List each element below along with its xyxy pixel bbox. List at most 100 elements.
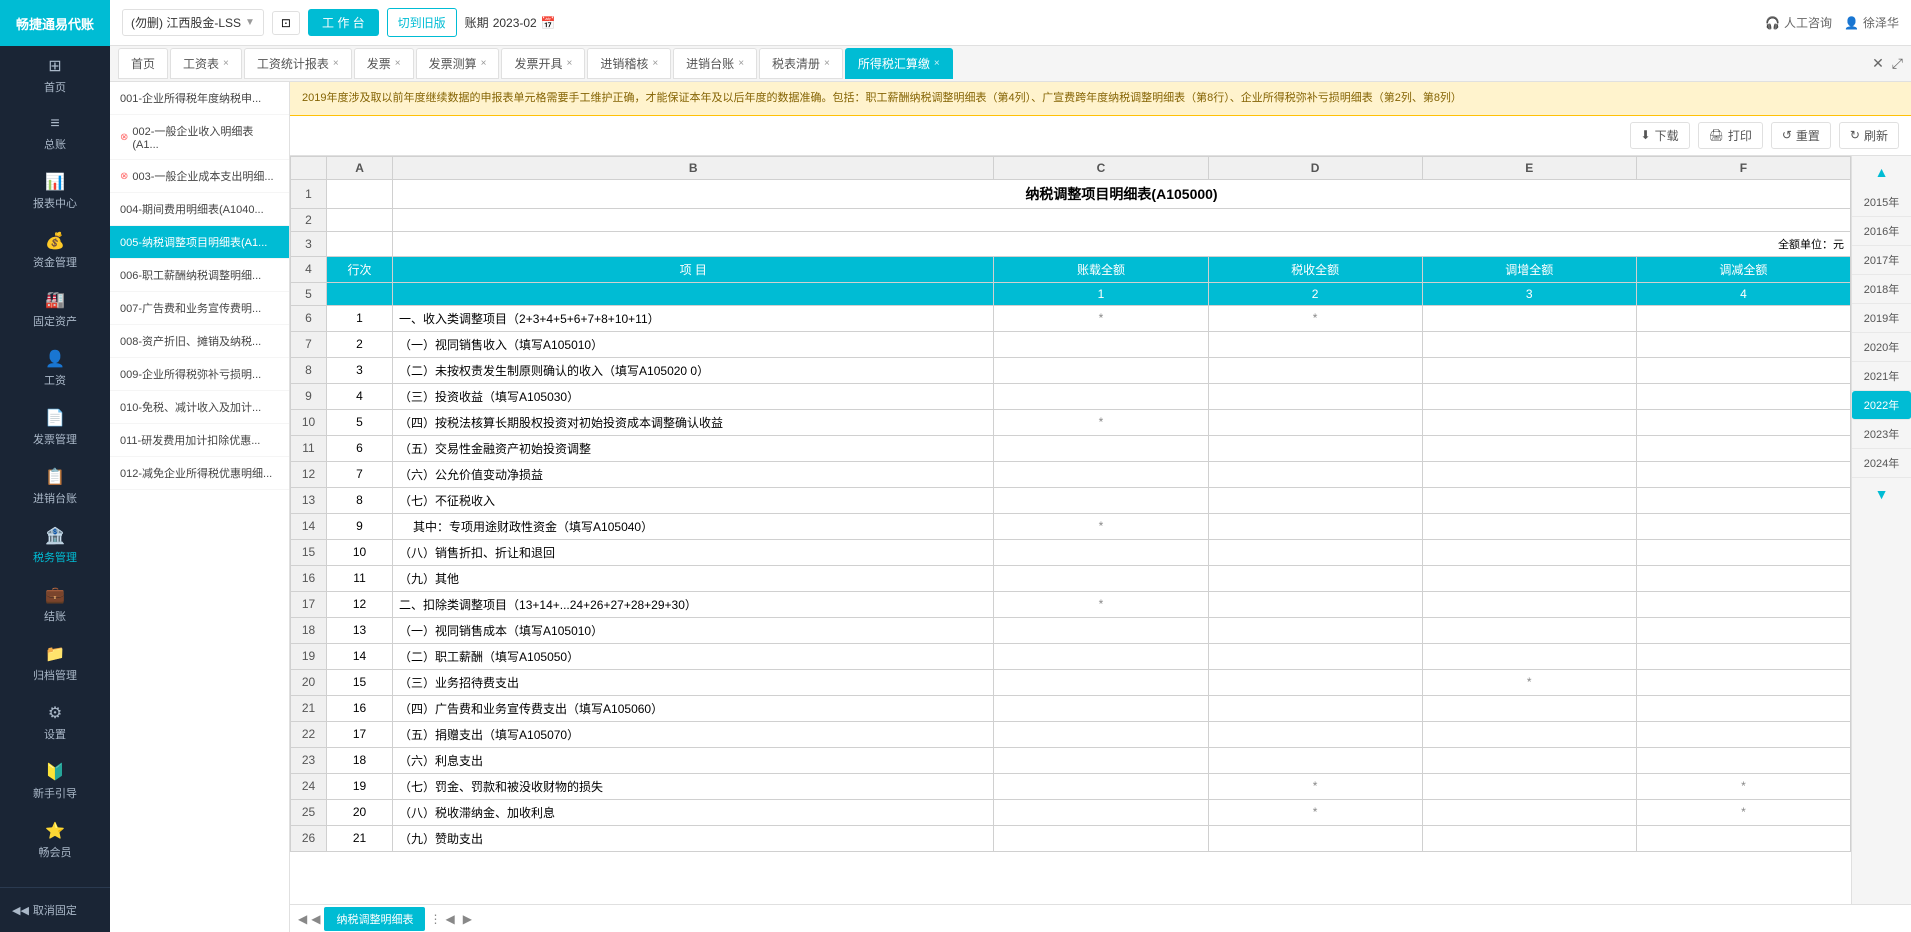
close-all-icon[interactable]: ✕ (1872, 55, 1884, 72)
year-panel: ▲ 2015年 2016年 2017年 2018年 2019年 2020年 20… (1851, 156, 1911, 905)
tab-tax-list-close[interactable]: × (824, 58, 830, 69)
tab-purchase-check-close[interactable]: × (652, 58, 658, 69)
tab-purchase-ledger[interactable]: 进销台账 × (673, 48, 757, 79)
unfix-button[interactable]: ◀◀ 取消固定 (8, 896, 102, 924)
sidebar-item-archive[interactable]: 📁 归档管理 (0, 634, 110, 693)
reset-button[interactable]: ↺ 重置 (1771, 122, 1831, 149)
tab-invoice-close[interactable]: × (395, 58, 401, 69)
left-item-003[interactable]: ⊗ 003-一般企业成本支出明细... (110, 160, 289, 193)
bottom-nav-prev[interactable]: ◀ ◀ (298, 912, 320, 926)
sidebar-item-funds[interactable]: 💰 资金管理 (0, 221, 110, 280)
company-selector[interactable]: (勿删) 江西股金-LSS ▼ (122, 9, 264, 36)
tab-invoice-calc[interactable]: 发票测算 × (416, 48, 500, 79)
table-container[interactable]: A B C D E F 1 (290, 156, 1851, 905)
sidebar-item-invoice[interactable]: 📄 发票管理 (0, 398, 110, 457)
copy-button[interactable]: ⊡ (272, 11, 300, 35)
tab-invoice-open[interactable]: 发票开具 × (501, 48, 585, 79)
sidebar-item-ledger[interactable]: ≡ 总账 (0, 105, 110, 162)
left-item-004[interactable]: 004-期间费用明细表(A1040... (110, 193, 289, 226)
sidebar-item-assets[interactable]: 🏭 固定资产 (0, 280, 110, 339)
sidebar-item-settings[interactable]: ⚙ 设置 (0, 693, 110, 752)
left-item-008[interactable]: 008-资产折旧、摊销及纳税... (110, 325, 289, 358)
sidebar-item-payroll[interactable]: 👤 工资 (0, 339, 110, 398)
year-2018[interactable]: 2018年 (1852, 275, 1911, 304)
tab-invoice[interactable]: 发票 × (354, 48, 414, 79)
workbench-button[interactable]: 工 作 台 (308, 9, 379, 36)
year-2015[interactable]: 2015年 (1852, 188, 1911, 217)
sidebar-item-home[interactable]: ⊞ 首页 (0, 46, 110, 105)
year-2023[interactable]: 2023年 (1852, 420, 1911, 449)
bottom-tab-item[interactable]: 纳税调整明细表 (324, 907, 425, 931)
tab-income-tax[interactable]: 所得税汇算缴 × (845, 48, 953, 79)
user-profile[interactable]: 👤 徐泽华 (1844, 14, 1899, 31)
year-2017[interactable]: 2017年 (1852, 246, 1911, 275)
left-item-012[interactable]: 012-减免企业所得税优惠明细... (110, 457, 289, 490)
left-item-006[interactable]: 006-职工薪酬纳税调整明细... (110, 259, 289, 292)
download-button[interactable]: ⬇ 下载 (1630, 122, 1690, 149)
sidebar-label-settings: 设置 (44, 726, 66, 742)
sidebar-label-purchases: 进销台账 (33, 490, 77, 506)
year-2019[interactable]: 2019年 (1852, 304, 1911, 333)
sidebar-item-close[interactable]: 💼 结账 (0, 575, 110, 634)
left-item-002[interactable]: ⊗ 002-一般企业收入明细表(A1... (110, 115, 289, 160)
left-item-001[interactable]: 001-企业所得税年度纳税申... (110, 82, 289, 115)
sidebar-label-invoice: 发票管理 (33, 431, 77, 447)
assets-icon: 🏭 (45, 290, 65, 310)
sidebar-item-guide[interactable]: 🔰 新手引导 (0, 752, 110, 811)
print-button[interactable]: 🖨 打印 (1698, 122, 1763, 149)
col-header-a: A (327, 156, 393, 179)
year-2016[interactable]: 2016年 (1852, 217, 1911, 246)
left-item-011[interactable]: 011-研发费用加计扣除优惠... (110, 424, 289, 457)
alert-text: 2019年度涉及取以前年度继续数据的申报表单元格需要手工维护正确，才能保证本年及… (302, 92, 1462, 104)
tab-income-tax-close[interactable]: × (934, 58, 940, 69)
table-row: 17 12 二、扣除类调整项目（13+14+...24+26+27+28+29+… (291, 591, 1851, 617)
calendar-icon[interactable]: 📅 (541, 16, 556, 30)
sidebar-label-home: 首页 (44, 79, 66, 95)
sidebar-label-tax: 税务管理 (33, 549, 77, 565)
tab-invoice-open-close[interactable]: × (566, 58, 572, 69)
topbar-right: 🎧 人工咨询 👤 徐泽华 (1765, 14, 1899, 31)
tab-payroll-close[interactable]: × (223, 58, 229, 69)
left-item-010[interactable]: 010-免税、减计收入及加计... (110, 391, 289, 424)
rownum-2: 2 (291, 208, 327, 231)
tab-purchase-check[interactable]: 进销稽核 × (587, 48, 671, 79)
sidebar-item-tax[interactable]: 🏦 税务管理 (0, 516, 110, 575)
rownum-4: 4 (291, 256, 327, 282)
headset-icon: 🎧 (1765, 16, 1780, 30)
tab-home[interactable]: 首页 (118, 48, 168, 79)
year-down-button[interactable]: ▼ (1867, 478, 1897, 510)
table-row: 25 20 （八）税收滞纳金、加收利息 * * (291, 799, 1851, 825)
scroll-left-icon[interactable]: ◀ (445, 912, 454, 926)
warn-icon-002: ⊗ (120, 132, 128, 143)
left-item-007[interactable]: 007-广告费和业务宣传费明... (110, 292, 289, 325)
tab-payroll-report-close[interactable]: × (333, 58, 339, 69)
table-row: 12 7 （六）公允价值变动净损益 (291, 461, 1851, 487)
refresh-button[interactable]: ↻ 刷新 (1839, 122, 1899, 149)
year-2021[interactable]: 2021年 (1852, 362, 1911, 391)
scroll-indicator: ⋮ ◀ ▶ (429, 912, 471, 926)
sidebar-nav: ⊞ 首页 ≡ 总账 📊 报表中心 💰 资金管理 🏭 固定资产 👤 工资 📄 发票… (0, 46, 110, 887)
sidebar-item-reports[interactable]: 📊 报表中心 (0, 162, 110, 221)
user-service[interactable]: 🎧 人工咨询 (1765, 14, 1832, 31)
refresh-icon: ↻ (1850, 128, 1860, 142)
tab-payroll-report[interactable]: 工资统计报表 × (244, 48, 352, 79)
oldversion-button[interactable]: 切到旧版 (387, 8, 457, 37)
sidebar-item-vip[interactable]: ⭐ 畅会员 (0, 811, 110, 870)
table-row: 19 14 （二）职工薪酬（填写A105050） (291, 643, 1851, 669)
year-up-button[interactable]: ▲ (1867, 156, 1897, 188)
left-item-005[interactable]: 005-纳税调整项目明细表(A1... (110, 226, 289, 259)
year-2020[interactable]: 2020年 (1852, 333, 1911, 362)
tab-invoice-calc-close[interactable]: × (481, 58, 487, 69)
tab-tax-list[interactable]: 税表清册 × (759, 48, 843, 79)
year-2022[interactable]: 2022年 (1852, 391, 1911, 420)
left-item-009[interactable]: 009-企业所得税弥补亏损明... (110, 358, 289, 391)
maximize-icon[interactable]: ⤢ (1892, 55, 1903, 72)
col-header-rownum (291, 156, 327, 179)
tab-purchase-ledger-close[interactable]: × (738, 58, 744, 69)
scroll-right-icon[interactable]: ▶ (463, 912, 472, 926)
refresh-label: 刷新 (1864, 127, 1888, 144)
year-2024[interactable]: 2024年 (1852, 449, 1911, 478)
left-arrow-icon: ◀◀ (12, 904, 29, 917)
tab-payroll[interactable]: 工资表 × (170, 48, 242, 79)
sidebar-item-purchases[interactable]: 📋 进销台账 (0, 457, 110, 516)
